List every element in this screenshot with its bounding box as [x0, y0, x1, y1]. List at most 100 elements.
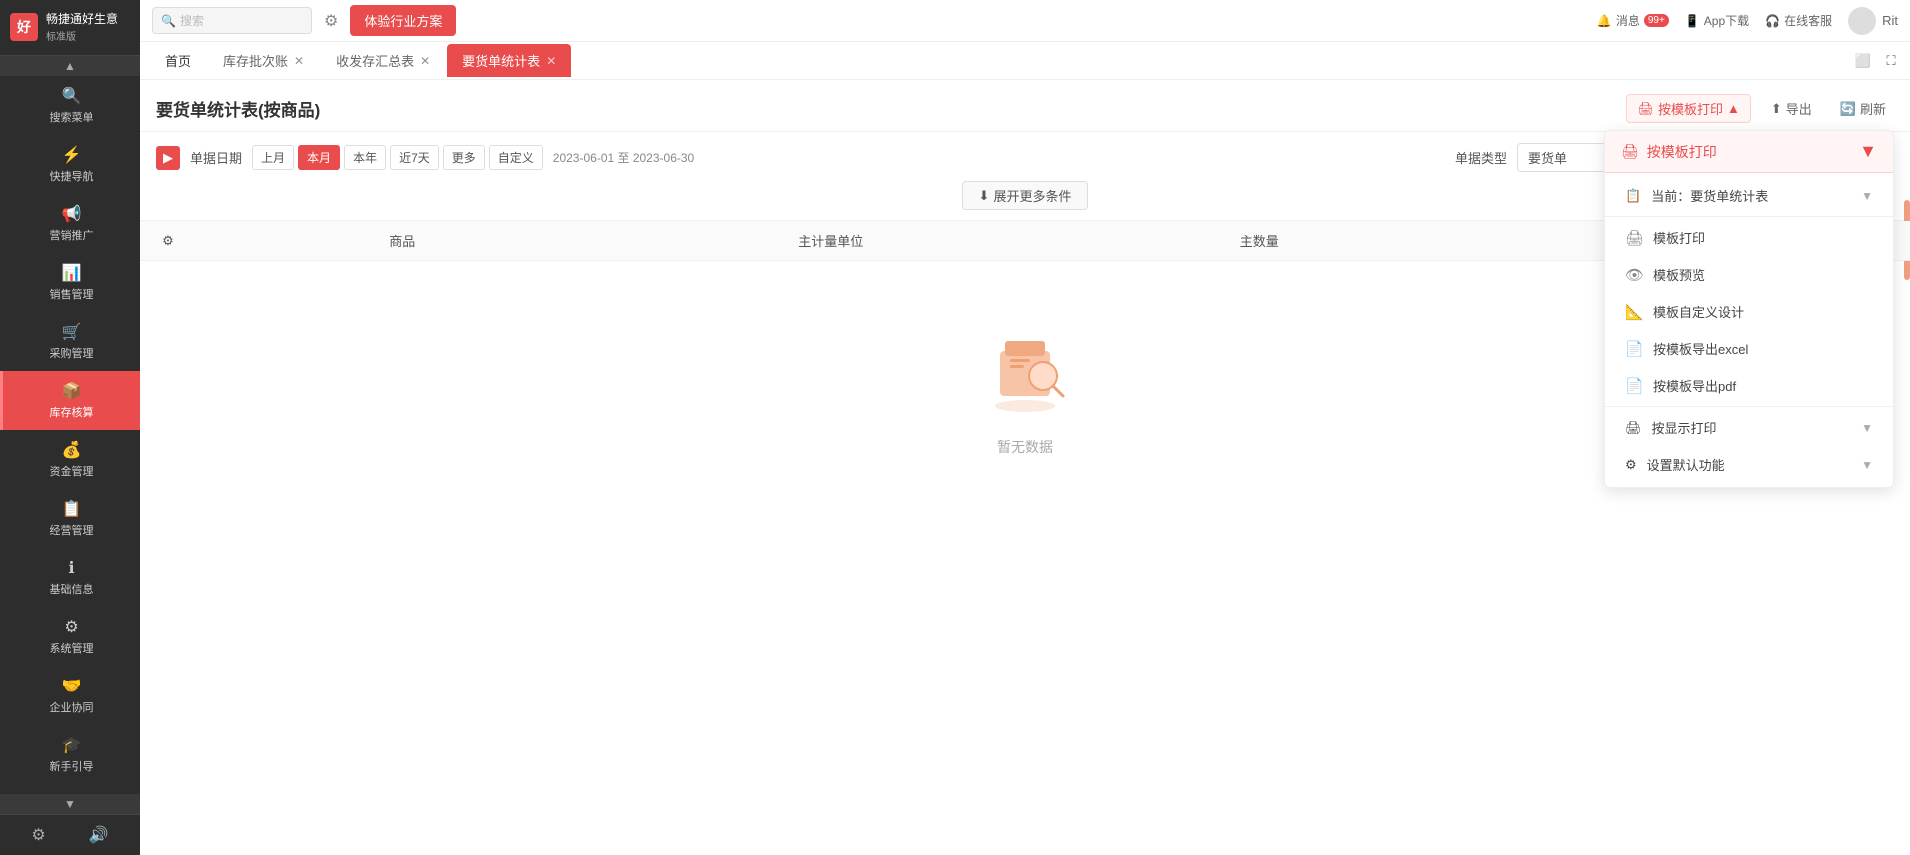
print-template-btn[interactable]: 🖨 按模板打印 ▲	[1626, 94, 1750, 123]
expand-icon: ⬇	[979, 188, 990, 204]
export-pdf-label: 按模板导出pdf	[1653, 376, 1736, 395]
dropdown-current-item[interactable]: 📋 当前：要货单统计表 ▼	[1605, 177, 1893, 214]
template-preview-label: 模板预览	[1653, 265, 1705, 284]
sidebar-label-search: 搜索菜单	[50, 109, 94, 125]
topbar-gear-icon[interactable]: ⚙	[324, 11, 338, 31]
date-buttons: 上月 本月 本年 近7天 更多 自定义	[252, 145, 543, 170]
template-custom-label: 模板自定义设计	[1653, 302, 1744, 321]
purchase-icon: 🛒	[62, 322, 82, 342]
current-template-icon: 📋	[1625, 188, 1641, 204]
print-label: 按模板打印	[1658, 99, 1723, 118]
print-chevron-icon: ▲	[1727, 101, 1740, 116]
messages-btn[interactable]: 🔔 消息 99+	[1597, 12, 1669, 29]
sidebar-item-purchase[interactable]: 🛒 采购管理	[0, 312, 140, 371]
close-inventory-batch-icon[interactable]: ✕	[294, 54, 304, 68]
dropdown-template-preview[interactable]: 👁 模板预览	[1605, 256, 1893, 293]
main-area: 🔍 搜索 ⚙ 体验行业方案 🔔 消息 99+ 📱 App下载 🎧 在线客服 Ri…	[140, 0, 1910, 855]
date-btn-custom[interactable]: 自定义	[489, 145, 543, 170]
template-custom-icon: 📐	[1625, 303, 1643, 321]
empty-illustration	[975, 321, 1075, 421]
app-logo-icon: 好	[10, 13, 38, 41]
dropdown-display-print[interactable]: 🖨 按显示打印 ▼	[1605, 409, 1893, 446]
page-title: 要货单统计表(按商品)	[156, 96, 320, 121]
tab-inventory-batch[interactable]: 库存批次账 ✕	[208, 44, 319, 77]
print-dropdown: 🖨 按模板打印 ▼ 📋 当前：要货单统计表 ▼	[1604, 130, 1894, 488]
table-col-settings[interactable]: ⚙	[148, 233, 188, 249]
sidebar-label-basic-info: 基础信息	[50, 581, 94, 597]
sidebar-item-enterprise[interactable]: 🤝 企业协同	[0, 666, 140, 725]
sidebar-nav: 🔍 搜索菜单 ⚡ 快捷导航 📢 营销推广 📊 销售管理 🛒 采购管理 📦 库存核…	[0, 76, 140, 794]
dropdown-export-pdf[interactable]: 📄 按模板导出pdf	[1605, 367, 1893, 404]
sidebar-item-quick-nav[interactable]: ⚡ 快捷导航	[0, 135, 140, 194]
search-topbar-icon: 🔍	[161, 14, 176, 28]
sidebar-item-search[interactable]: 🔍 搜索菜单	[0, 76, 140, 135]
date-filter-label: 单据日期	[190, 148, 242, 167]
current-template-label: 当前：要货单统计表	[1651, 186, 1768, 205]
expand-more-conditions-btn[interactable]: ⬇ 展开更多条件	[962, 181, 1089, 210]
sidebar-scroll-up[interactable]: ▲	[0, 56, 140, 76]
sidebar-item-sales[interactable]: 📊 销售管理	[0, 253, 140, 312]
bell-icon: 🔔	[1597, 14, 1612, 28]
online-service-label: 在线客服	[1784, 12, 1832, 29]
sidebar-label-marketing: 营销推广	[50, 227, 94, 243]
sidebar-item-app-center[interactable]: 📱 应用中心	[0, 784, 140, 794]
guide-icon: 🎓	[62, 735, 82, 755]
dropdown-close-icon[interactable]: ▼	[1859, 141, 1877, 162]
sidebar-item-guide[interactable]: 🎓 新手引导	[0, 725, 140, 784]
sidebar-label-guide: 新手引导	[50, 758, 94, 774]
dropdown-template-custom[interactable]: 📐 模板自定义设计	[1605, 293, 1893, 330]
date-btn-more[interactable]: 更多	[443, 145, 485, 170]
headset-icon: 🎧	[1765, 14, 1780, 28]
close-order-stats-icon[interactable]: ✕	[546, 54, 556, 68]
filter-expand-toggle[interactable]: ▶	[156, 146, 180, 170]
sidebar-item-finance[interactable]: 💰 资金管理	[0, 430, 140, 489]
sound-bottom-icon[interactable]: 🔊	[89, 825, 109, 845]
refresh-btn[interactable]: 🔄 刷新	[1832, 95, 1894, 122]
sidebar-label-quick-nav: 快捷导航	[50, 168, 94, 184]
date-btn-last-month[interactable]: 上月	[252, 145, 294, 170]
template-print-label: 模板打印	[1653, 228, 1705, 247]
app-download-btn[interactable]: 📱 App下载	[1685, 12, 1749, 29]
online-service-btn[interactable]: 🎧 在线客服	[1765, 12, 1832, 29]
tab-bar: 首页 库存批次账 ✕ 收发存汇总表 ✕ 要货单统计表 ✕ ⬜ ⛶	[140, 42, 1910, 80]
dropdown-set-default[interactable]: ⚙ 设置默认功能 ▼	[1605, 446, 1893, 483]
search-icon: 🔍	[62, 86, 82, 106]
expand-label: 展开更多条件	[993, 186, 1071, 205]
dropdown-template-print[interactable]: 🖨 模板打印	[1605, 219, 1893, 256]
display-print-label: 按显示打印	[1652, 418, 1717, 437]
sidebar-item-inventory[interactable]: 📦 库存核算	[0, 371, 140, 430]
user-profile-btn[interactable]: Rit	[1848, 7, 1898, 35]
sidebar-item-basic-info[interactable]: ℹ 基础信息	[0, 548, 140, 607]
export-btn[interactable]: ⬆ 导出	[1763, 95, 1820, 122]
sidebar-item-operation[interactable]: 📋 经营管理	[0, 489, 140, 548]
topbar-actions: 🔔 消息 99+ 📱 App下载 🎧 在线客服 Rit	[1597, 7, 1898, 35]
industry-btn[interactable]: 体验行业方案	[350, 5, 456, 36]
date-btn-this-month[interactable]: 本月	[298, 145, 340, 170]
sidebar-item-system[interactable]: ⚙ 系统管理	[0, 607, 140, 666]
settings-bottom-icon[interactable]: ⚙	[31, 825, 45, 845]
date-btn-7days[interactable]: 近7天	[390, 145, 439, 170]
tab-order-stats[interactable]: 要货单统计表 ✕	[447, 44, 571, 77]
dropdown-export-excel[interactable]: 📄 按模板导出excel	[1605, 330, 1893, 367]
tab-home[interactable]: 首页	[150, 44, 206, 77]
date-btn-this-year[interactable]: 本年	[344, 145, 386, 170]
display-print-icon: 🖨	[1625, 420, 1642, 436]
tab-receipt-summary[interactable]: 收发存汇总表 ✕	[321, 44, 445, 77]
sidebar-label-system: 系统管理	[50, 640, 94, 656]
messages-label: 消息	[1616, 12, 1640, 29]
tab-minimize-icon[interactable]: ⬜	[1854, 52, 1872, 70]
page-content: 要货单统计表(按商品) 🖨 按模板打印 ▲ 🖨 按模板打印	[140, 80, 1910, 855]
refresh-icon: 🔄	[1840, 101, 1856, 117]
sidebar-label-purchase: 采购管理	[50, 345, 94, 361]
header-actions: 🖨 按模板打印 ▲ 🖨 按模板打印 ▼	[1626, 94, 1894, 123]
tab-expand-icon[interactable]: ⛶	[1882, 52, 1900, 70]
app-name-block: 畅捷通好生意 标准版	[46, 12, 118, 43]
topbar-search-box[interactable]: 🔍 搜索	[152, 7, 312, 34]
sidebar-label-inventory: 库存核算	[50, 404, 94, 420]
sidebar-scroll-down[interactable]: ▼	[0, 794, 140, 814]
sidebar-item-marketing[interactable]: 📢 营销推广	[0, 194, 140, 253]
close-receipt-summary-icon[interactable]: ✕	[420, 54, 430, 68]
divider-1	[1605, 216, 1893, 217]
sidebar-label-operation: 经营管理	[50, 522, 94, 538]
display-print-chevron: ▼	[1861, 421, 1873, 435]
